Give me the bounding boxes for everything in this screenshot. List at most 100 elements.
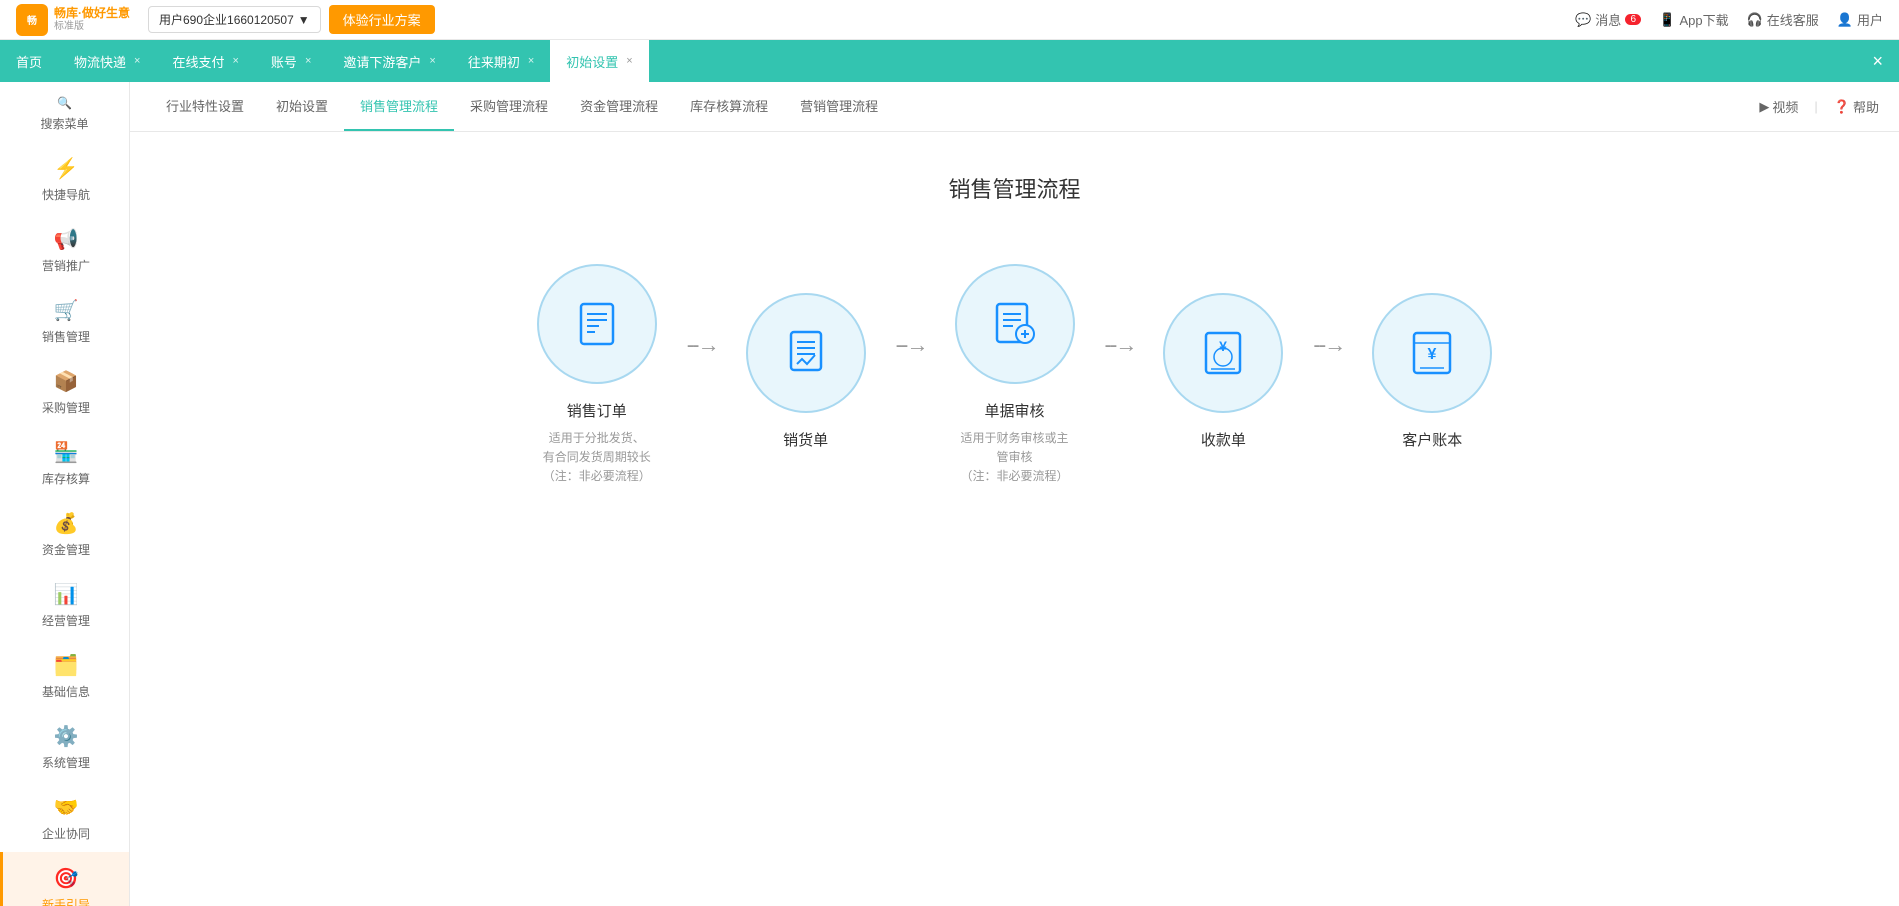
sidebar-item-sys-mgmt[interactable]: ⚙️ 系统管理 [0,710,129,781]
close-icon[interactable]: × [232,55,238,67]
customer-account-icon: ¥ [1404,325,1460,381]
logo: 畅 [16,4,48,36]
flow-label-customer-account: 客户账本 [1402,429,1462,450]
user-selector[interactable]: 用户690企业1660120507 ▼ [148,6,321,33]
sidebar-item-enterprise-coop[interactable]: 🤝 企业协同 [0,781,129,852]
sidebar-item-sales-mgmt[interactable]: 🛒 销售管理 [0,284,129,355]
nav-tab-payment[interactable]: 在线支付 × [156,40,254,82]
flow-arrow-2: - - → [896,332,925,418]
online-service-btn[interactable]: 🎧 在线客服 [1747,10,1819,29]
sidebar-item-inventory[interactable]: 🏪 库存核算 [0,426,129,497]
sidebar-item-new-guide[interactable]: 🎯 新手引导 [0,852,129,906]
app-download-label: App下载 [1679,10,1728,29]
close-icon[interactable]: × [429,55,435,67]
sidebar-item-search[interactable]: 🔍 搜索菜单 [0,82,129,142]
message-icon: 💬 [1575,12,1591,28]
flow-node-sales-invoice: 销货单 [716,293,896,458]
content-area: 行业特性设置 初始设置 销售管理流程 采购管理流程 资金管理流程 库存核算流程 [130,82,1899,906]
flow-node-doc-review: 单据审核 适用于财务审核或主管审核（注：非必要流程） [925,264,1105,487]
sidebar-item-fund-mgmt[interactable]: 💰 资金管理 [0,497,129,568]
experience-btn[interactable]: 体验行业方案 [329,5,435,34]
flow-label-sales-order: 销售订单 [567,400,627,421]
flow-circle-receipt: ¥ [1163,293,1283,413]
svg-text:¥: ¥ [1219,338,1227,354]
close-icon[interactable]: × [626,55,632,67]
top-bar-left: 畅 畅库·做好生意 标准版 用户690企业1660120507 ▼ 体验行业方案 [16,4,435,36]
flow-circle-sales-invoice [746,293,866,413]
sales-invoice-icon [778,325,834,381]
sidebar-item-label-sales-mgmt: 销售管理 [42,328,90,345]
sidebar-item-basic-info[interactable]: 🗂️ 基础信息 [0,639,129,710]
message-btn[interactable]: 💬 消息 6 [1575,10,1641,29]
sidebar-item-label-sys-mgmt: 系统管理 [42,754,90,771]
nav-tab-logistics[interactable]: 物流快递 × [58,40,156,82]
flow-label-sales-invoice: 销货单 [783,429,828,450]
close-icon[interactable]: × [305,55,311,67]
sidebar: 🔍 搜索菜单 ⚡ 快捷导航 📢 营销推广 🛒 销售管理 📦 采购管理 🏪 库存核… [0,82,130,906]
sidebar-item-purchase-mgmt[interactable]: 📦 采购管理 [0,355,129,426]
help-label: 帮助 [1853,97,1879,116]
close-icon[interactable]: × [528,55,534,67]
init-settings-tab-label: 初始设置 [566,52,618,71]
message-badge: 6 [1625,14,1641,25]
phone-icon: 📱 [1659,12,1675,28]
help-link[interactable]: ❓ 帮助 [1834,97,1879,116]
receipt-icon: ¥ [1195,325,1251,381]
flow-circle-customer-account: ¥ [1372,293,1492,413]
sub-tab-marketing-flow[interactable]: 营销管理流程 [784,82,894,131]
quick-nav-icon: ⚡ [54,156,79,181]
close-all-tabs-btn[interactable]: × [1856,51,1899,72]
close-icon[interactable]: × [134,55,140,67]
marketing-promo-icon: 📢 [54,227,79,252]
top-bar-right: 💬 消息 6 📱 App下载 🎧 在线客服 👤 用户 [1575,10,1883,29]
invite-tab-label: 邀请下游客户 [343,52,421,71]
svg-text:¥: ¥ [1428,346,1437,363]
flow-desc-sales-order: 适用于分批发货、有合同发货周期较长（注：非必要流程） [543,429,651,487]
user-selector-label: 用户690企业1660120507 [159,11,294,28]
basic-info-icon: 🗂️ [54,653,79,678]
sidebar-item-label-new-guide: 新手引导 [42,896,90,906]
flow-arrow-4: - - → [1313,332,1342,418]
payment-tab-label: 在线支付 [172,52,224,71]
sub-tab-purchase-flow[interactable]: 采购管理流程 [454,82,564,131]
nav-tab-home[interactable]: 首页 [0,40,58,82]
flow-circle-sales-order [537,264,657,384]
sub-tab-industry[interactable]: 行业特性设置 [150,82,260,131]
app-download-btn[interactable]: 📱 App下载 [1659,10,1728,29]
sales-mgmt-icon: 🛒 [54,298,79,323]
message-label: 消息 [1595,10,1621,29]
sub-tab-sales-flow[interactable]: 销售管理流程 [344,82,454,131]
flow-diagram: 销售订单 适用于分批发货、有合同发货周期较长（注：非必要流程） - - → [190,264,1839,487]
flow-arrow-1: - - → [687,332,716,418]
nav-tab-period[interactable]: 往来期初 × [452,40,550,82]
sidebar-item-marketing-promo[interactable]: 📢 营销推广 [0,213,129,284]
sidebar-item-label-quick-nav: 快捷导航 [42,186,90,203]
sys-mgmt-icon: ⚙️ [54,724,79,749]
chevron-down-icon: ▼ [298,13,310,27]
user-avatar-btn[interactable]: 👤 用户 [1837,10,1883,29]
video-link[interactable]: ▶ 视频 [1759,97,1798,116]
nav-tab-init-settings[interactable]: 初始设置 × [550,40,648,82]
fund-mgmt-icon: 💰 [54,511,79,536]
main-layout: 🔍 搜索菜单 ⚡ 快捷导航 📢 营销推广 🛒 销售管理 📦 采购管理 🏪 库存核… [0,82,1899,906]
sub-tabs: 行业特性设置 初始设置 销售管理流程 采购管理流程 资金管理流程 库存核算流程 [130,82,1899,132]
nav-tab-invite[interactable]: 邀请下游客户 × [327,40,451,82]
sidebar-item-label-basic-info: 基础信息 [42,683,90,700]
nav-tabs: 首页 物流快递 × 在线支付 × 账号 × 邀请下游客户 × 往来期初 × 初始… [0,40,1899,82]
sub-tab-inventory-flow[interactable]: 库存核算流程 [674,82,784,131]
sidebar-item-quick-nav[interactable]: ⚡ 快捷导航 [0,142,129,213]
sidebar-item-operations[interactable]: 📊 经营管理 [0,568,129,639]
sub-tabs-left: 行业特性设置 初始设置 销售管理流程 采购管理流程 资金管理流程 库存核算流程 [150,82,894,131]
search-icon: 🔍 [57,96,72,110]
page-title: 销售管理流程 [190,172,1839,204]
video-icon: ▶ [1759,99,1769,115]
period-tab-label: 往来期初 [468,52,520,71]
video-label: 视频 [1772,97,1798,116]
sidebar-item-label-operations: 经营管理 [42,612,90,629]
nav-tab-account[interactable]: 账号 × [255,40,327,82]
account-tab-label: 账号 [271,52,297,71]
doc-review-icon [987,296,1043,352]
new-guide-icon: 🎯 [54,866,79,891]
sub-tab-initial[interactable]: 初始设置 [260,82,344,131]
sub-tab-fund-flow[interactable]: 资金管理流程 [564,82,674,131]
